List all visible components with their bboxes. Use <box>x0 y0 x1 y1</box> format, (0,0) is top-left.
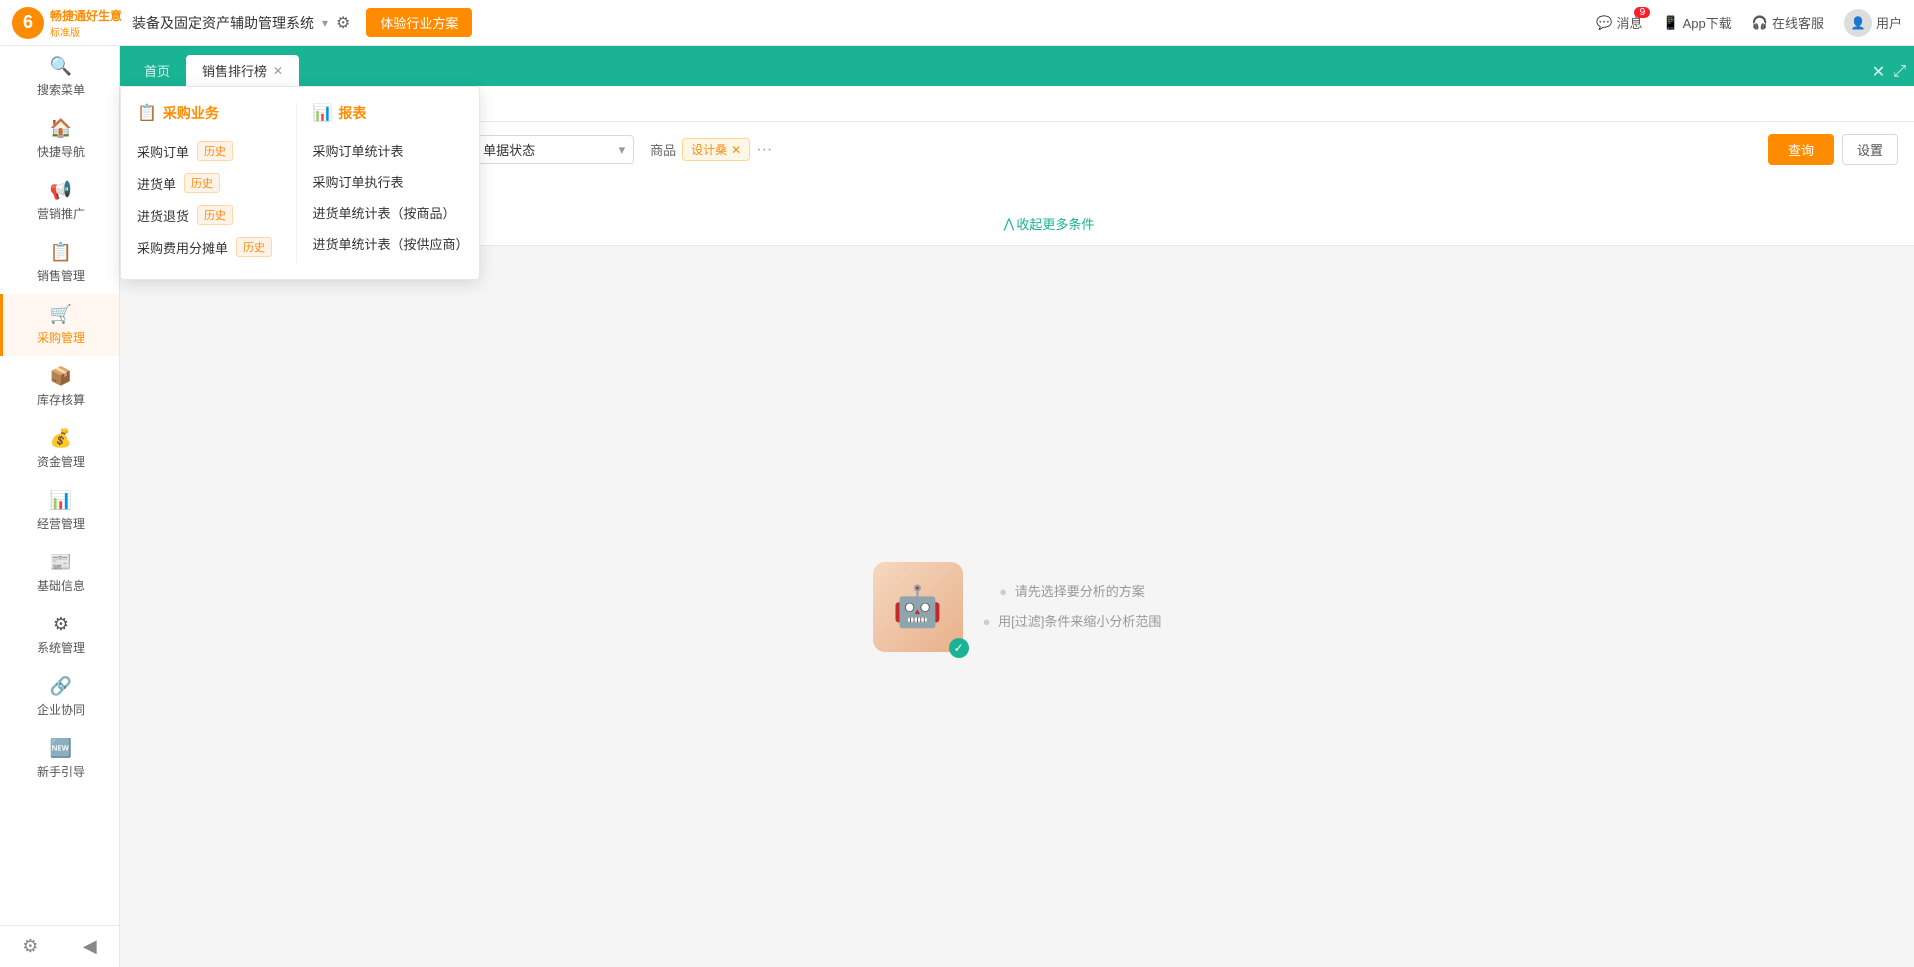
purchase-section-title: 📋 采购业务 <box>137 103 288 123</box>
system-dropdown-arrow[interactable]: ▾ <box>322 16 328 30</box>
settings-btn[interactable]: 设置 <box>1842 134 1898 165</box>
basic-icon: 📰 <box>50 552 72 573</box>
report-section-title: 📊 报表 <box>313 103 464 123</box>
avatar: 👤 <box>1844 9 1872 37</box>
dropdown-item-order-stat[interactable]: 采购订单统计表 <box>313 135 464 166</box>
sidebar: 🔍 搜索菜单 🏠 快捷导航 📢 营销推广 📋 销售管理 🛒 采购管理 📦 库存核… <box>0 46 120 967</box>
dropdown-item-order-exec[interactable]: 采购订单执行表 <box>313 166 464 197</box>
sidebar-item-search[interactable]: 🔍 搜索菜单 <box>0 46 119 108</box>
collapse-up-icon: ⋀ <box>1004 216 1015 232</box>
sidebar-item-inventory[interactable]: 📦 库存核算 <box>0 356 119 418</box>
sidebar-item-purchase[interactable]: 🛒 采购管理 <box>0 294 119 356</box>
goods-more-btn[interactable]: ··· <box>756 141 772 159</box>
goods-filter: 商品 设计桑 ✕ ··· <box>650 138 772 161</box>
sidebar-item-finance[interactable]: 💰 资金管理 <box>0 418 119 480</box>
online-service-btn[interactable]: 🎧 在线客服 <box>1752 13 1824 32</box>
tab-close-all-btn[interactable]: ✕ <box>1872 62 1885 82</box>
history-tag-1: 历史 <box>184 173 220 193</box>
tab-close-btn[interactable]: ✕ <box>273 64 283 78</box>
marketing-icon: 📢 <box>50 180 72 201</box>
app-download-btn[interactable]: 📱 App下载 <box>1662 13 1731 32</box>
sidebar-item-quick[interactable]: 🏠 快捷导航 <box>0 108 119 170</box>
tab-home[interactable]: 首页 <box>128 55 186 86</box>
empty-robot-icon: 🤖 <box>873 562 963 652</box>
sidebar-item-enterprise[interactable]: 🔗 企业协同 <box>0 666 119 728</box>
empty-tip-2: ● 用[过滤]条件来缩小分析范围 <box>983 610 1162 633</box>
empty-tip-1: ● 请先选择要分析的方案 <box>983 580 1162 603</box>
dropdown-item-purchase-in[interactable]: 进货单 历史 <box>137 167 288 199</box>
tab-expand-btn[interactable]: ⤢ <box>1893 63 1906 81</box>
collapse-sidebar-btn[interactable]: ◀ <box>83 936 97 957</box>
phone-icon: 📱 <box>1662 15 1678 31</box>
settings-bottom-btn[interactable]: ⚙ <box>22 936 38 957</box>
messages-btn[interactable]: 💬 消息 9 <box>1596 13 1642 32</box>
empty-state: 🤖 ✓ ● 请先选择要分析的方案 ● 用[过滤]条件来缩小分析范围 <box>873 562 1162 652</box>
history-tag-3: 历史 <box>236 237 272 257</box>
history-tag-0: 历史 <box>197 141 233 161</box>
empty-icon-container: 🤖 ✓ <box>873 562 963 652</box>
system-name: 装备及固定资产辅助管理系统 ▾ ⚙ 体验行业方案 <box>132 8 1596 37</box>
finance-icon: 💰 <box>50 428 72 449</box>
collapse-btn[interactable]: ⋀ 收起更多条件 <box>1004 214 1095 233</box>
sidebar-bottom: ⚙ ◀ <box>0 925 119 967</box>
sidebar-item-marketing[interactable]: 📢 营销推广 <box>0 170 119 232</box>
logo-icon: 6 <box>12 7 44 39</box>
purchase-dropdown-menu: 📋 采购业务 采购订单 历史 进货单 历史 进货退货 历史 采购费用分摊单 历史… <box>120 86 480 280</box>
sidebar-item-operation[interactable]: 📊 经营管理 <box>0 480 119 542</box>
goods-tag-close[interactable]: ✕ <box>731 143 741 157</box>
goods-tag: 设计桑 ✕ <box>682 138 750 161</box>
history-tag-2: 历史 <box>197 205 233 225</box>
sidebar-item-basic[interactable]: 📰 基础信息 <box>0 542 119 604</box>
dropdown-item-in-stat-supplier[interactable]: 进货单统计表（按供应商） <box>313 228 464 259</box>
home-icon: 🏠 <box>50 118 72 139</box>
tab-sales-rank[interactable]: 销售排行榜 ✕ <box>186 55 299 86</box>
sales-icon: 📋 <box>50 242 72 263</box>
operation-icon: 📊 <box>50 490 72 511</box>
user-btn[interactable]: 👤 用户 <box>1844 9 1902 37</box>
system-icon: ⚙ <box>53 614 69 635</box>
empty-check-icon: ✓ <box>949 638 969 658</box>
header-right: 💬 消息 9 📱 App下载 🎧 在线客服 👤 用户 <box>1596 9 1902 37</box>
sidebar-item-sales[interactable]: 📋 销售管理 <box>0 232 119 294</box>
doc-status-arrow: ▾ <box>619 142 626 158</box>
enterprise-icon: 🔗 <box>50 676 72 697</box>
query-btn[interactable]: 查询 <box>1768 134 1834 165</box>
sidebar-item-system[interactable]: ⚙ 系统管理 <box>0 604 119 666</box>
purchase-icon: 🛒 <box>50 304 72 325</box>
industry-btn[interactable]: 体验行业方案 <box>366 8 472 37</box>
dropdown-item-purchase-cost[interactable]: 采购费用分摊单 历史 <box>137 231 288 263</box>
doc-status-select[interactable]: 单据状态 ▾ <box>474 135 634 164</box>
report-section-icon: 📊 <box>313 103 333 123</box>
content-area: 🤖 ✓ ● 请先选择要分析的方案 ● 用[过滤]条件来缩小分析范围 <box>120 246 1914 967</box>
dropdown-item-in-stat-goods[interactable]: 进货单统计表（按商品） <box>313 197 464 228</box>
tab-bar-actions: ✕ ⤢ <box>1872 62 1906 86</box>
report-section: 📊 报表 采购订单统计表 采购订单执行表 进货单统计表（按商品） 进货单统计表（… <box>296 103 464 263</box>
inventory-icon: 📦 <box>50 366 72 387</box>
purchase-section: 📋 采购业务 采购订单 历史 进货单 历史 进货退货 历史 采购费用分摊单 历史 <box>137 103 288 263</box>
guide-icon: 🆕 <box>50 738 72 759</box>
empty-text: ● 请先选择要分析的方案 ● 用[过滤]条件来缩小分析范围 <box>983 580 1162 633</box>
purchase-section-icon: 📋 <box>137 103 157 123</box>
tab-bar: 首页 销售排行榜 ✕ ✕ ⤢ <box>120 46 1914 86</box>
dropdown-item-purchase-order[interactable]: 采购订单 历史 <box>137 135 288 167</box>
top-header: 6 畅捷通好生意 标准版 装备及固定资产辅助管理系统 ▾ ⚙ 体验行业方案 💬 … <box>0 0 1914 46</box>
filter-right-1: 查询 设置 <box>1768 134 1898 165</box>
headset-icon: 🎧 <box>1752 15 1768 31</box>
dropdown-item-purchase-return[interactable]: 进货退货 历史 <box>137 199 288 231</box>
system-settings-icon[interactable]: ⚙ <box>336 13 350 33</box>
logo-text: 畅捷通好生意 标准版 <box>50 7 122 39</box>
search-icon: 🔍 <box>50 56 72 77</box>
message-icon: 💬 <box>1596 15 1612 31</box>
sidebar-item-guide[interactable]: 🆕 新手引导 <box>0 728 119 790</box>
logo-area: 6 畅捷通好生意 标准版 <box>12 7 132 39</box>
